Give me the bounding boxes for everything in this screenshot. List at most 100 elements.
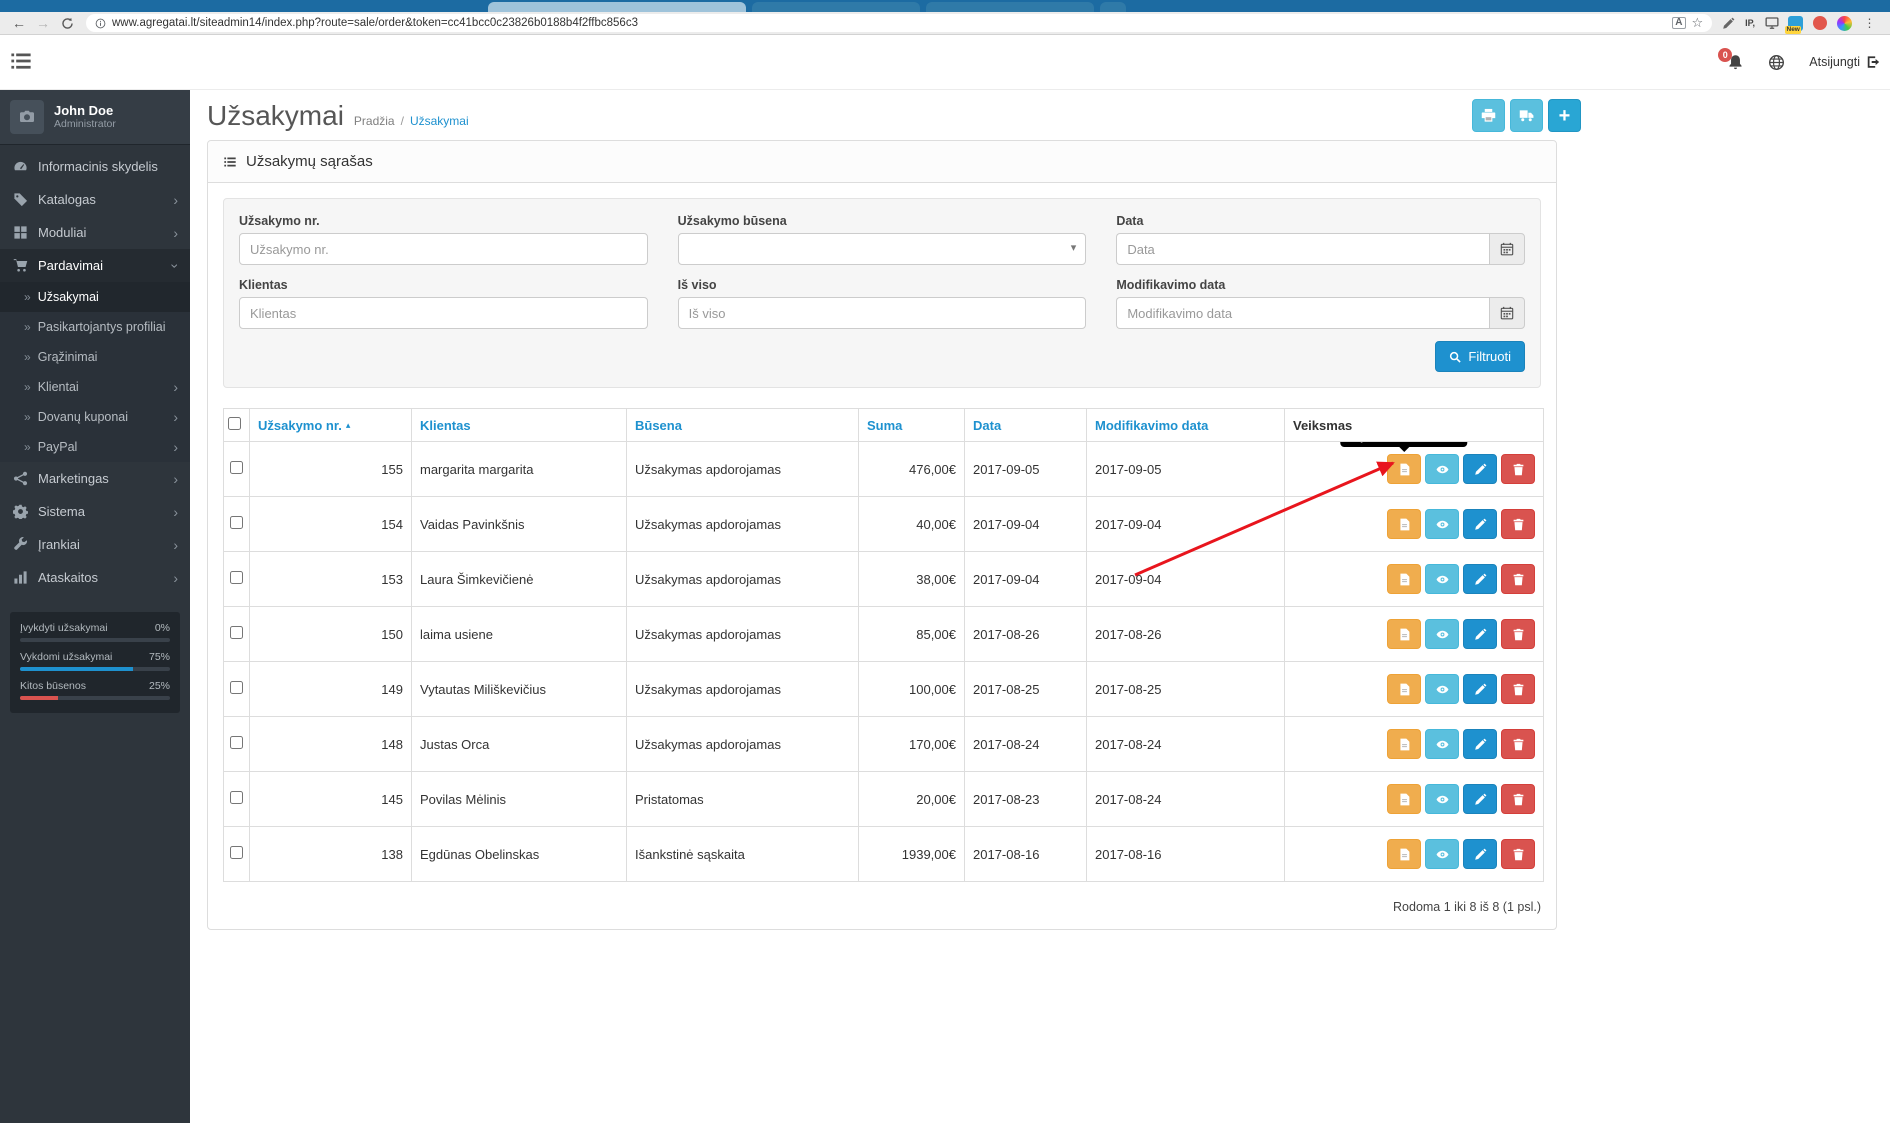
- calendar-button[interactable]: [1488, 233, 1525, 265]
- invoice-pdf-button[interactable]: [1387, 839, 1421, 869]
- forward-button[interactable]: →: [32, 13, 54, 33]
- invoice-pdf-button[interactable]: [1387, 509, 1421, 539]
- total-input[interactable]: [677, 297, 1087, 329]
- storefront-button[interactable]: [1768, 54, 1785, 71]
- delete-order-button[interactable]: [1501, 454, 1535, 484]
- invoice-pdf-button[interactable]: [1387, 619, 1421, 649]
- invoice-pdf-button[interactable]: [1387, 729, 1421, 759]
- delete-order-button[interactable]: [1501, 784, 1535, 814]
- recorder-extension-icon[interactable]: [1812, 16, 1827, 30]
- row-checkbox[interactable]: [230, 736, 243, 749]
- invoice-pdf-button[interactable]: [1387, 564, 1421, 594]
- edit-order-button[interactable]: [1463, 729, 1497, 759]
- view-order-button[interactable]: [1425, 564, 1459, 594]
- bookmark-star-icon[interactable]: ☆: [1692, 15, 1704, 31]
- url-bar[interactable]: www.agregatai.lt/siteadmin14/index.php?r…: [86, 14, 1713, 32]
- edit-order-button[interactable]: [1463, 619, 1497, 649]
- breadcrumb-current[interactable]: Užsakymai: [410, 114, 469, 128]
- sidebar-item-sistema[interactable]: Sistema ›: [0, 495, 190, 528]
- sidebar-item-katalogas[interactable]: Katalogas ›: [0, 183, 190, 216]
- select-all-checkbox[interactable]: [228, 417, 241, 430]
- sidebar-item-pardavimai[interactable]: Pardavimai ›: [0, 249, 190, 282]
- ip-extension-icon[interactable]: IP,: [1745, 15, 1755, 32]
- view-order-button[interactable]: [1425, 839, 1459, 869]
- sidebar-item-įrankiai[interactable]: Įrankiai ›: [0, 528, 190, 561]
- logout-button[interactable]: Atsijungti: [1809, 55, 1880, 69]
- invoice-tooltip: Sąskaita faktūra PDF: [1340, 442, 1468, 452]
- translate-icon[interactable]: A: [1672, 17, 1686, 29]
- sidebar-item-informacinis-skydelis[interactable]: Informacinis skydelis: [0, 150, 190, 183]
- delete-order-button[interactable]: [1501, 839, 1535, 869]
- new-tab-button[interactable]: [1100, 2, 1126, 12]
- sidebar-toggle-button[interactable]: [10, 50, 36, 76]
- proxy-extension-icon[interactable]: New: [1785, 15, 1803, 34]
- sort-date[interactable]: Data: [973, 418, 1001, 433]
- sidebar-item-klientai[interactable]: » Klientai ›: [0, 372, 190, 402]
- screenshot-extension-icon[interactable]: [1763, 15, 1780, 32]
- order-status-select[interactable]: [677, 233, 1087, 265]
- notifications-button[interactable]: 0: [1718, 47, 1744, 71]
- delete-order-button[interactable]: [1501, 729, 1535, 759]
- eye-icon: [1436, 573, 1449, 586]
- row-checkbox[interactable]: [230, 681, 243, 694]
- row-checkbox[interactable]: [230, 571, 243, 584]
- colorpicker-extension-icon[interactable]: [1837, 15, 1852, 31]
- date-input[interactable]: [1116, 233, 1489, 265]
- invoice-pdf-button[interactable]: [1387, 674, 1421, 704]
- invoice-pdf-button[interactable]: [1387, 454, 1421, 484]
- sort-status[interactable]: Būsena: [635, 418, 682, 433]
- sort-customer[interactable]: Klientas: [420, 418, 471, 433]
- invoice-pdf-button[interactable]: [1387, 784, 1421, 814]
- browser-tab-active[interactable]: [488, 2, 746, 12]
- calendar-button[interactable]: [1488, 297, 1525, 329]
- row-checkbox[interactable]: [230, 626, 243, 639]
- filter-button[interactable]: Filtruoti: [1435, 341, 1525, 372]
- view-order-button[interactable]: [1425, 674, 1459, 704]
- sidebar-item-ataskaitos[interactable]: Ataskaitos ›: [0, 561, 190, 594]
- page-info-icon[interactable]: [95, 18, 106, 29]
- sidebar-item-dovanų-kuponai[interactable]: » Dovanų kuponai ›: [0, 402, 190, 432]
- sort-order-nr[interactable]: Užsakymo nr. ▴: [258, 418, 350, 433]
- delete-order-button[interactable]: [1501, 564, 1535, 594]
- view-order-button[interactable]: [1425, 509, 1459, 539]
- edit-order-button[interactable]: [1463, 674, 1497, 704]
- print-invoice-button[interactable]: [1472, 99, 1505, 132]
- delete-order-button[interactable]: [1501, 619, 1535, 649]
- row-checkbox[interactable]: [230, 516, 243, 529]
- edit-order-button[interactable]: [1463, 564, 1497, 594]
- print-shipping-list-button[interactable]: [1510, 99, 1543, 132]
- sidebar-item-marketingas[interactable]: Marketingas ›: [0, 462, 190, 495]
- row-checkbox[interactable]: [230, 791, 243, 804]
- sort-total[interactable]: Suma: [867, 418, 902, 433]
- customer-input[interactable]: [239, 297, 648, 329]
- browser-tab[interactable]: [752, 2, 920, 12]
- chart-icon: [13, 570, 28, 585]
- sort-modified[interactable]: Modifikavimo data: [1095, 418, 1208, 433]
- sidebar-item-paypal[interactable]: » PayPal ›: [0, 432, 190, 462]
- view-order-button[interactable]: [1425, 454, 1459, 484]
- sidebar-item-grąžinimai[interactable]: » Grąžinimai: [0, 342, 190, 372]
- edit-order-button[interactable]: [1463, 784, 1497, 814]
- row-checkbox[interactable]: [230, 846, 243, 859]
- eyedropper-extension-icon[interactable]: [1720, 15, 1737, 32]
- breadcrumb-home[interactable]: Pradžia: [354, 114, 395, 128]
- browser-tab[interactable]: [926, 2, 1094, 12]
- sidebar-item-moduliai[interactable]: Moduliai ›: [0, 216, 190, 249]
- row-checkbox[interactable]: [230, 461, 243, 474]
- view-order-button[interactable]: [1425, 619, 1459, 649]
- refresh-button[interactable]: [56, 13, 78, 33]
- edit-order-button[interactable]: [1463, 509, 1497, 539]
- edit-order-button[interactable]: [1463, 839, 1497, 869]
- modified-date-input[interactable]: [1116, 297, 1489, 329]
- edit-order-button[interactable]: [1463, 454, 1497, 484]
- sidebar-item-pasikartojantys-profiliai[interactable]: » Pasikartojantys profiliai: [0, 312, 190, 342]
- delete-order-button[interactable]: [1501, 509, 1535, 539]
- browser-menu-button[interactable]: ⋮: [1861, 15, 1878, 32]
- add-order-button[interactable]: +: [1548, 99, 1581, 132]
- delete-order-button[interactable]: [1501, 674, 1535, 704]
- view-order-button[interactable]: [1425, 729, 1459, 759]
- view-order-button[interactable]: [1425, 784, 1459, 814]
- back-button[interactable]: ←: [8, 13, 30, 33]
- sidebar-item-užsakymai[interactable]: » Užsakymai: [0, 282, 190, 312]
- order-nr-input[interactable]: [239, 233, 648, 265]
